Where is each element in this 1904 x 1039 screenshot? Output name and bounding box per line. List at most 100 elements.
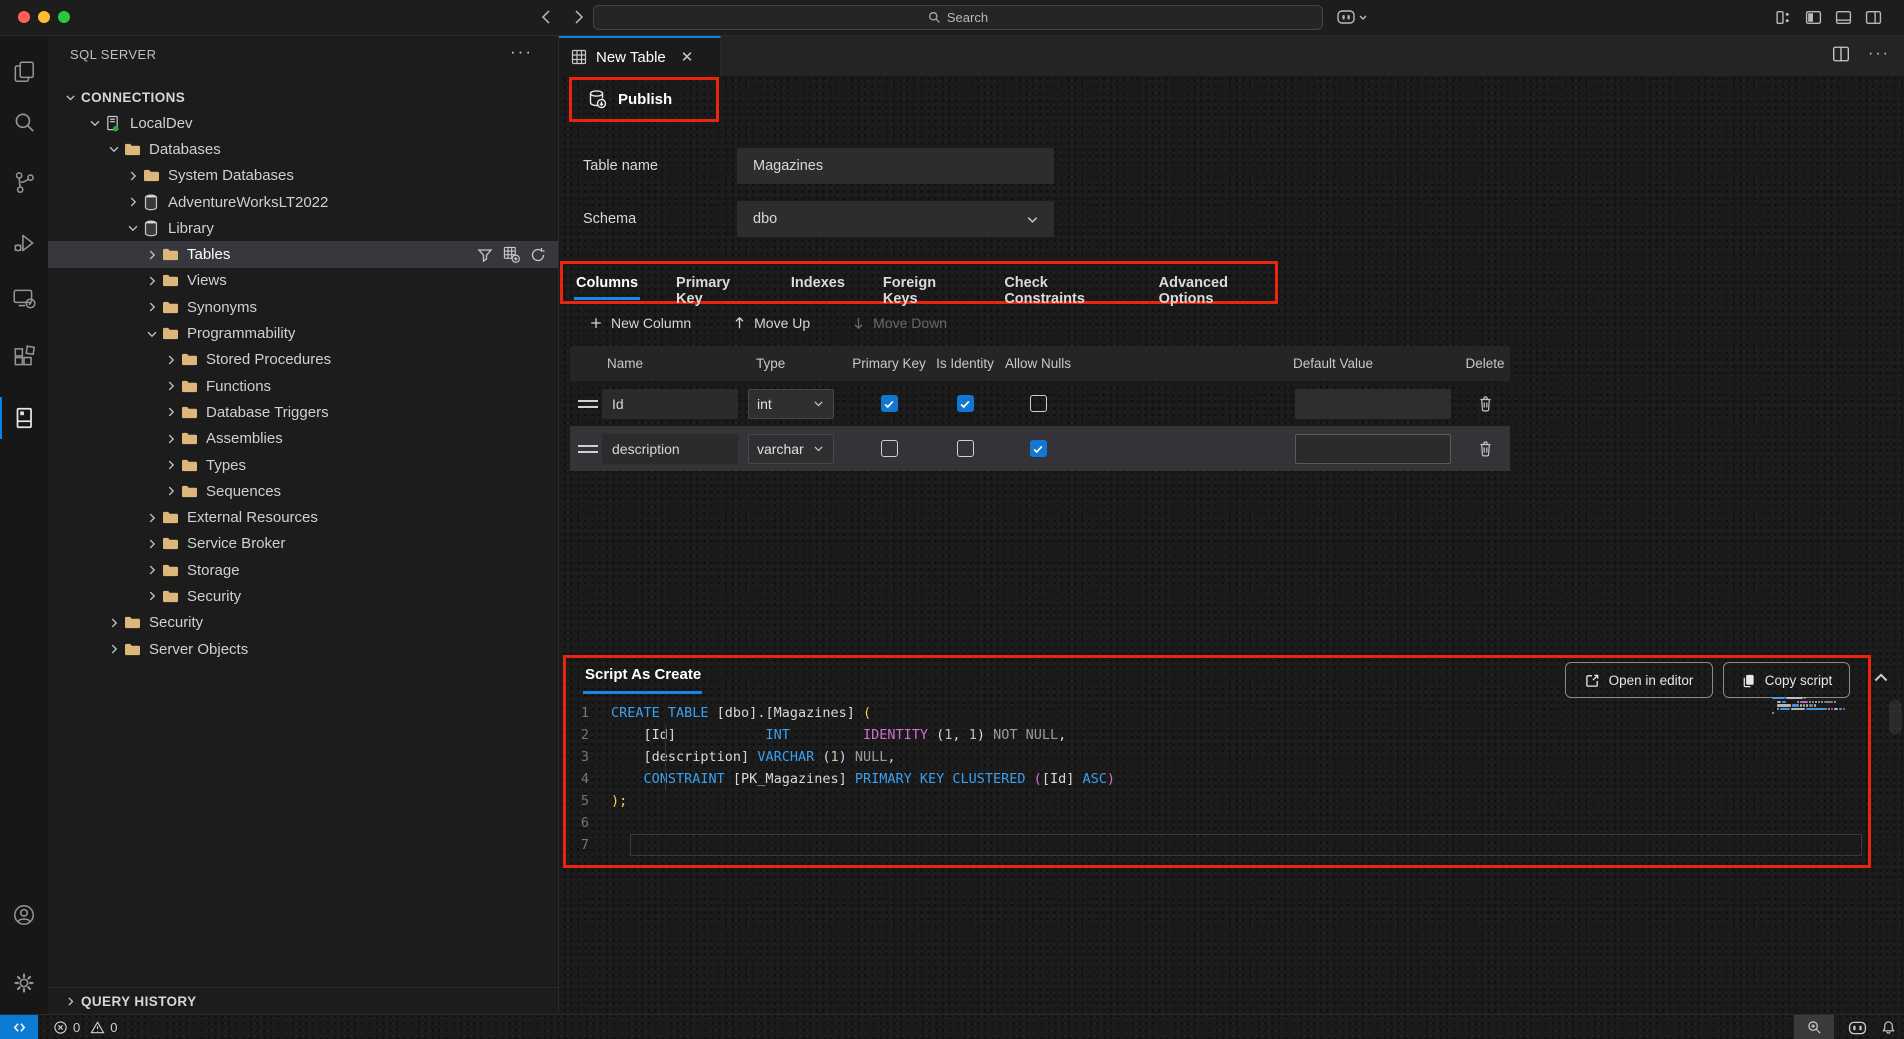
tree-item-tables[interactable]: Tables bbox=[48, 241, 558, 267]
is-identity-checkbox[interactable] bbox=[957, 395, 974, 412]
is-identity-checkbox[interactable] bbox=[957, 440, 974, 457]
problems-status[interactable]: 0 0 bbox=[53, 1020, 117, 1035]
collapse-panel-chevron-icon[interactable] bbox=[1871, 668, 1891, 688]
tree-item-localdev[interactable]: LocalDev bbox=[48, 110, 558, 136]
tree-item-service-broker[interactable]: Service Broker bbox=[48, 531, 558, 557]
tree-item-security[interactable]: Security bbox=[48, 583, 558, 609]
remote-explorer-icon[interactable] bbox=[0, 274, 48, 322]
scrollbar-thumb[interactable] bbox=[1889, 700, 1902, 734]
primary-key-checkbox[interactable] bbox=[881, 395, 898, 412]
new-table-icon[interactable] bbox=[503, 246, 520, 263]
explorer-icon[interactable] bbox=[0, 48, 48, 96]
designer-tab-primary-key[interactable]: Primary Key bbox=[676, 275, 753, 316]
folder-icon bbox=[181, 431, 206, 446]
command-center-search[interactable]: Search bbox=[593, 5, 1323, 30]
tree-item-views[interactable]: Views bbox=[48, 268, 558, 294]
navigate-back-icon[interactable] bbox=[536, 7, 556, 27]
allow-nulls-checkbox[interactable] bbox=[1030, 440, 1047, 457]
tree-item-databases[interactable]: Databases bbox=[48, 136, 558, 162]
remote-indicator[interactable] bbox=[0, 1015, 38, 1039]
designer-tab-foreign-keys[interactable]: Foreign Keys bbox=[883, 275, 966, 316]
minimize-window-button[interactable] bbox=[38, 11, 50, 23]
chevron-right-icon bbox=[145, 511, 162, 525]
drag-handle[interactable] bbox=[570, 396, 602, 412]
tree-item-storage[interactable]: Storage bbox=[48, 557, 558, 583]
designer-tab-advanced-options[interactable]: Advanced Options bbox=[1159, 275, 1275, 316]
warning-count: 0 bbox=[110, 1020, 117, 1035]
is-identity-checkbox-cell bbox=[926, 395, 1004, 412]
move-up-button[interactable]: Move Up bbox=[733, 315, 810, 331]
chevron-right-icon bbox=[126, 169, 143, 183]
column-type-dropdown[interactable]: varchar bbox=[748, 434, 834, 464]
run-debug-icon[interactable] bbox=[0, 219, 48, 267]
tree-item-library[interactable]: Library bbox=[48, 215, 558, 241]
tree-item-types[interactable]: Types bbox=[48, 452, 558, 478]
connections-section-header[interactable]: CONNECTIONS bbox=[48, 84, 558, 110]
tree-item-assemblies[interactable]: Assemblies bbox=[48, 426, 558, 452]
notifications-bell-icon[interactable] bbox=[1881, 1020, 1896, 1035]
tree-item-sequences[interactable]: Sequences bbox=[48, 478, 558, 504]
navigate-forward-icon[interactable] bbox=[569, 7, 589, 27]
script-code-editor[interactable]: 1CREATE TABLE [dbo].[Magazines] (2 [Id] … bbox=[559, 702, 1889, 856]
toggle-panel-icon[interactable] bbox=[1835, 9, 1852, 26]
tree-item-database-triggers[interactable]: Database Triggers bbox=[48, 399, 558, 425]
default-value-input[interactable] bbox=[1295, 434, 1451, 464]
sidebar-more-actions-icon[interactable]: ··· bbox=[510, 42, 533, 62]
allow-nulls-checkbox[interactable] bbox=[1030, 395, 1047, 412]
code-token: [PK_Magazines] bbox=[725, 771, 855, 787]
script-as-create-tab[interactable]: Script As Create bbox=[585, 666, 701, 683]
delete-row-icon[interactable] bbox=[1477, 440, 1494, 458]
new-column-button[interactable]: New Column bbox=[589, 315, 691, 331]
tree-item-functions[interactable]: Functions bbox=[48, 373, 558, 399]
tree-item-server-objects[interactable]: Server Objects bbox=[48, 636, 558, 662]
column-name-input[interactable]: description bbox=[602, 434, 738, 464]
accounts-icon[interactable] bbox=[0, 891, 48, 939]
column-name-input[interactable]: Id bbox=[602, 389, 738, 419]
tree-item-label: Assemblies bbox=[206, 430, 283, 447]
split-editor-icon[interactable] bbox=[1832, 45, 1850, 63]
column-type-dropdown[interactable]: int bbox=[748, 389, 834, 419]
copilot-menu-icon[interactable] bbox=[1336, 9, 1368, 26]
tree-item-system-databases[interactable]: System Databases bbox=[48, 163, 558, 189]
tree-item-security[interactable]: Security bbox=[48, 610, 558, 636]
more-actions-icon[interactable]: ··· bbox=[1868, 45, 1890, 63]
designer-tab-columns[interactable]: Columns bbox=[576, 275, 638, 300]
minimap-line bbox=[1772, 712, 1846, 714]
copilot-status-icon[interactable] bbox=[1848, 1021, 1867, 1035]
drag-handle[interactable] bbox=[570, 441, 602, 457]
sql-server-icon[interactable] bbox=[0, 394, 48, 442]
primary-key-checkbox[interactable] bbox=[881, 440, 898, 457]
table-name-input[interactable]: Magazines bbox=[737, 148, 1054, 184]
tab-new-table[interactable]: New Table ✕ bbox=[559, 36, 721, 76]
toggle-primary-sidebar-icon[interactable] bbox=[1805, 9, 1822, 26]
delete-row-icon[interactable] bbox=[1477, 395, 1494, 413]
tree-item-programmability[interactable]: Programmability bbox=[48, 320, 558, 346]
settings-icon[interactable] bbox=[0, 959, 48, 1007]
customize-layout-icon[interactable] bbox=[1775, 9, 1792, 26]
filter-icon[interactable] bbox=[477, 247, 493, 263]
zoom-status-button[interactable] bbox=[1794, 1015, 1834, 1039]
maximize-window-button[interactable] bbox=[58, 11, 70, 23]
default-value-input[interactable] bbox=[1295, 389, 1451, 419]
tree-item-stored-procedures[interactable]: Stored Procedures bbox=[48, 347, 558, 373]
copy-script-button[interactable]: Copy script bbox=[1723, 662, 1850, 698]
tree-item-external-resources[interactable]: External Resources bbox=[48, 504, 558, 530]
schema-dropdown[interactable]: dbo bbox=[737, 201, 1054, 237]
query-history-section-header[interactable]: QUERY HISTORY bbox=[48, 987, 558, 1015]
publish-button[interactable]: Publish bbox=[586, 88, 672, 110]
close-tab-icon[interactable]: ✕ bbox=[681, 48, 694, 66]
tree-item-label: Server Objects bbox=[149, 641, 248, 658]
designer-tab-indexes[interactable]: Indexes bbox=[791, 275, 845, 300]
tree-item-adventureworkslt2022[interactable]: AdventureWorksLT2022 bbox=[48, 189, 558, 215]
source-control-icon[interactable] bbox=[0, 158, 48, 206]
chevron-right-icon bbox=[164, 484, 181, 498]
tree-item-synonyms[interactable]: Synonyms bbox=[48, 294, 558, 320]
search-icon[interactable] bbox=[0, 99, 48, 147]
open-in-editor-button[interactable]: Open in editor bbox=[1565, 662, 1713, 698]
close-window-button[interactable] bbox=[18, 11, 30, 23]
refresh-icon[interactable] bbox=[530, 247, 546, 263]
toggle-secondary-sidebar-icon[interactable] bbox=[1865, 9, 1882, 26]
extensions-icon[interactable] bbox=[0, 333, 48, 381]
minimap[interactable] bbox=[1772, 697, 1846, 715]
designer-tab-check-constraints[interactable]: Check Constraints bbox=[1004, 275, 1120, 316]
